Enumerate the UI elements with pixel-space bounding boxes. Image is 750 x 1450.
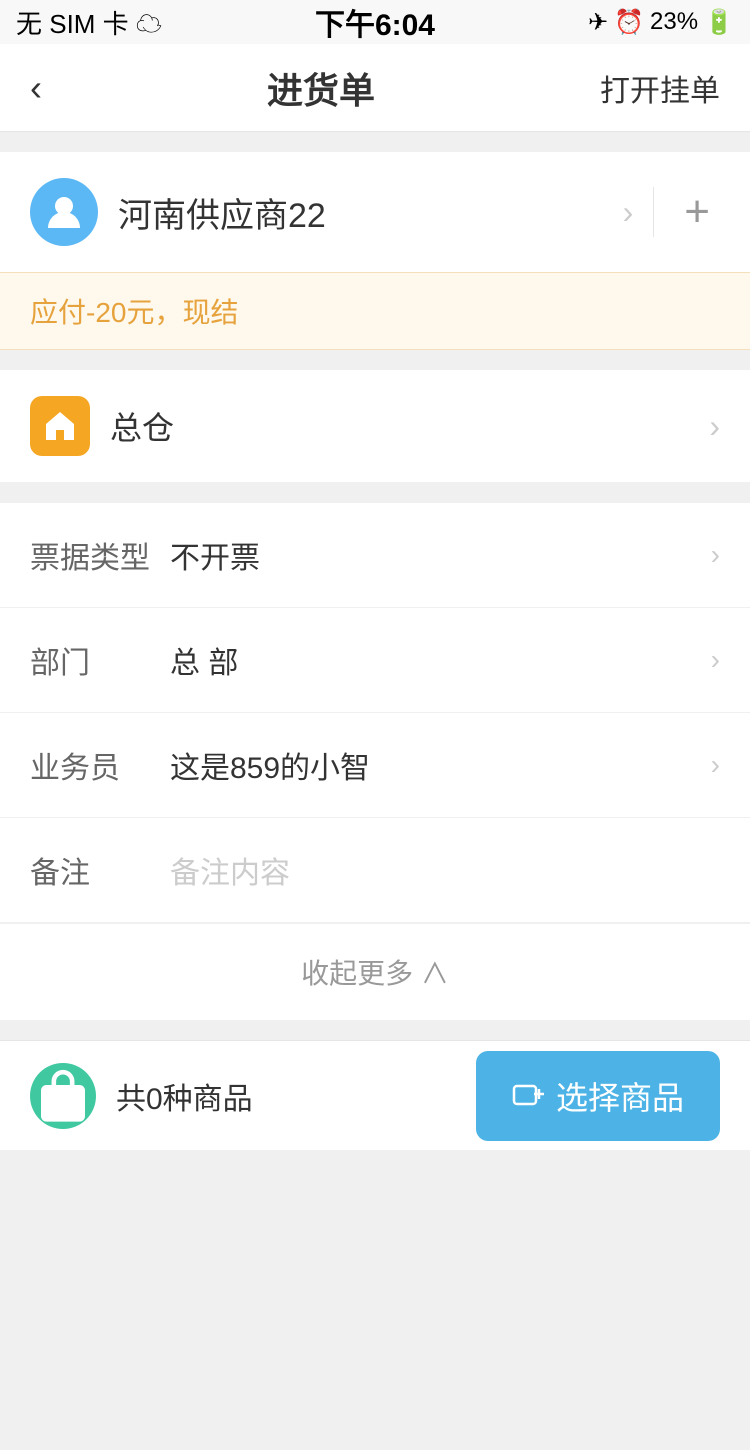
remark-value[interactable]: 备注内容 <box>170 848 720 892</box>
status-right: ✈ ⏰ 23% 🔋 <box>588 8 734 37</box>
product-icon-bg <box>30 1063 96 1129</box>
select-product-icon <box>512 1082 546 1110</box>
location-icon: ✈ <box>588 8 608 37</box>
network-status: 无 SIM 卡 ☁ <box>16 4 162 41</box>
house-icon <box>42 408 78 444</box>
battery-level: 23% <box>650 8 698 36</box>
warehouse-section: 总仓 › <box>0 370 750 483</box>
department-chevron-icon: › <box>711 644 720 676</box>
department-value: 总 部 <box>170 638 711 682</box>
salesperson-chevron-icon: › <box>711 749 720 781</box>
supplier-row[interactable]: 河南供应商22 › + <box>0 152 750 272</box>
salesperson-row[interactable]: 业务员 这是859的小智 › <box>0 713 750 818</box>
department-label: 部门 <box>30 638 170 682</box>
product-count-text: 共0种商品 <box>116 1074 476 1118</box>
add-supplier-button[interactable]: + <box>674 187 720 237</box>
bottom-bar: 共0种商品 选择商品 <box>0 1040 750 1150</box>
notice-text: 应付-20元，现结 <box>30 297 238 328</box>
top-divider <box>0 132 750 152</box>
supplier-chevron-icon: › <box>623 194 634 231</box>
page-title: 进货单 <box>267 62 375 114</box>
select-product-label: 选择商品 <box>556 1073 684 1119</box>
supplier-section: 河南供应商22 › + 应付-20元，现结 <box>0 152 750 350</box>
remark-row[interactable]: 备注 备注内容 <box>0 818 750 923</box>
supplier-name: 河南供应商22 <box>118 188 623 237</box>
battery-icon: 🔋 <box>704 8 734 37</box>
invoice-type-row[interactable]: 票据类型 不开票 › <box>0 503 750 608</box>
warehouse-name: 总仓 <box>110 403 709 449</box>
supplier-avatar <box>30 178 98 246</box>
remark-label: 备注 <box>30 848 170 892</box>
open-pending-button[interactable]: 打开挂单 <box>600 66 720 110</box>
invoice-type-label: 票据类型 <box>30 533 170 577</box>
status-left: 无 SIM 卡 ☁ <box>16 4 162 41</box>
back-button[interactable]: ‹ <box>30 67 42 109</box>
bag-icon <box>30 1063 96 1129</box>
page-background <box>0 1150 750 1450</box>
warehouse-icon-bg <box>30 396 90 456</box>
status-bar: 无 SIM 卡 ☁ 下午6:04 ✈ ⏰ 23% 🔋 <box>0 0 750 44</box>
salesperson-label: 业务员 <box>30 743 170 787</box>
salesperson-value: 这是859的小智 <box>170 743 711 787</box>
invoice-type-chevron-icon: › <box>711 539 720 571</box>
warehouse-row[interactable]: 总仓 › <box>0 370 750 483</box>
warehouse-chevron-icon: › <box>709 408 720 445</box>
nav-bar: ‹ 进货单 打开挂单 <box>0 44 750 132</box>
department-row[interactable]: 部门 总 部 › <box>0 608 750 713</box>
person-icon <box>44 192 84 232</box>
form-section: 票据类型 不开票 › 部门 总 部 › 业务员 这是859的小智 › 备注 备注… <box>0 503 750 1020</box>
vertical-divider <box>653 187 654 237</box>
collapse-button[interactable]: 收起更多 ∧ <box>0 923 750 1020</box>
status-time: 下午6:04 <box>315 0 435 44</box>
alarm-icon: ⏰ <box>614 8 644 37</box>
notice-banner: 应付-20元，现结 <box>0 272 750 350</box>
select-product-button[interactable]: 选择商品 <box>476 1051 720 1141</box>
invoice-type-value: 不开票 <box>170 533 711 577</box>
